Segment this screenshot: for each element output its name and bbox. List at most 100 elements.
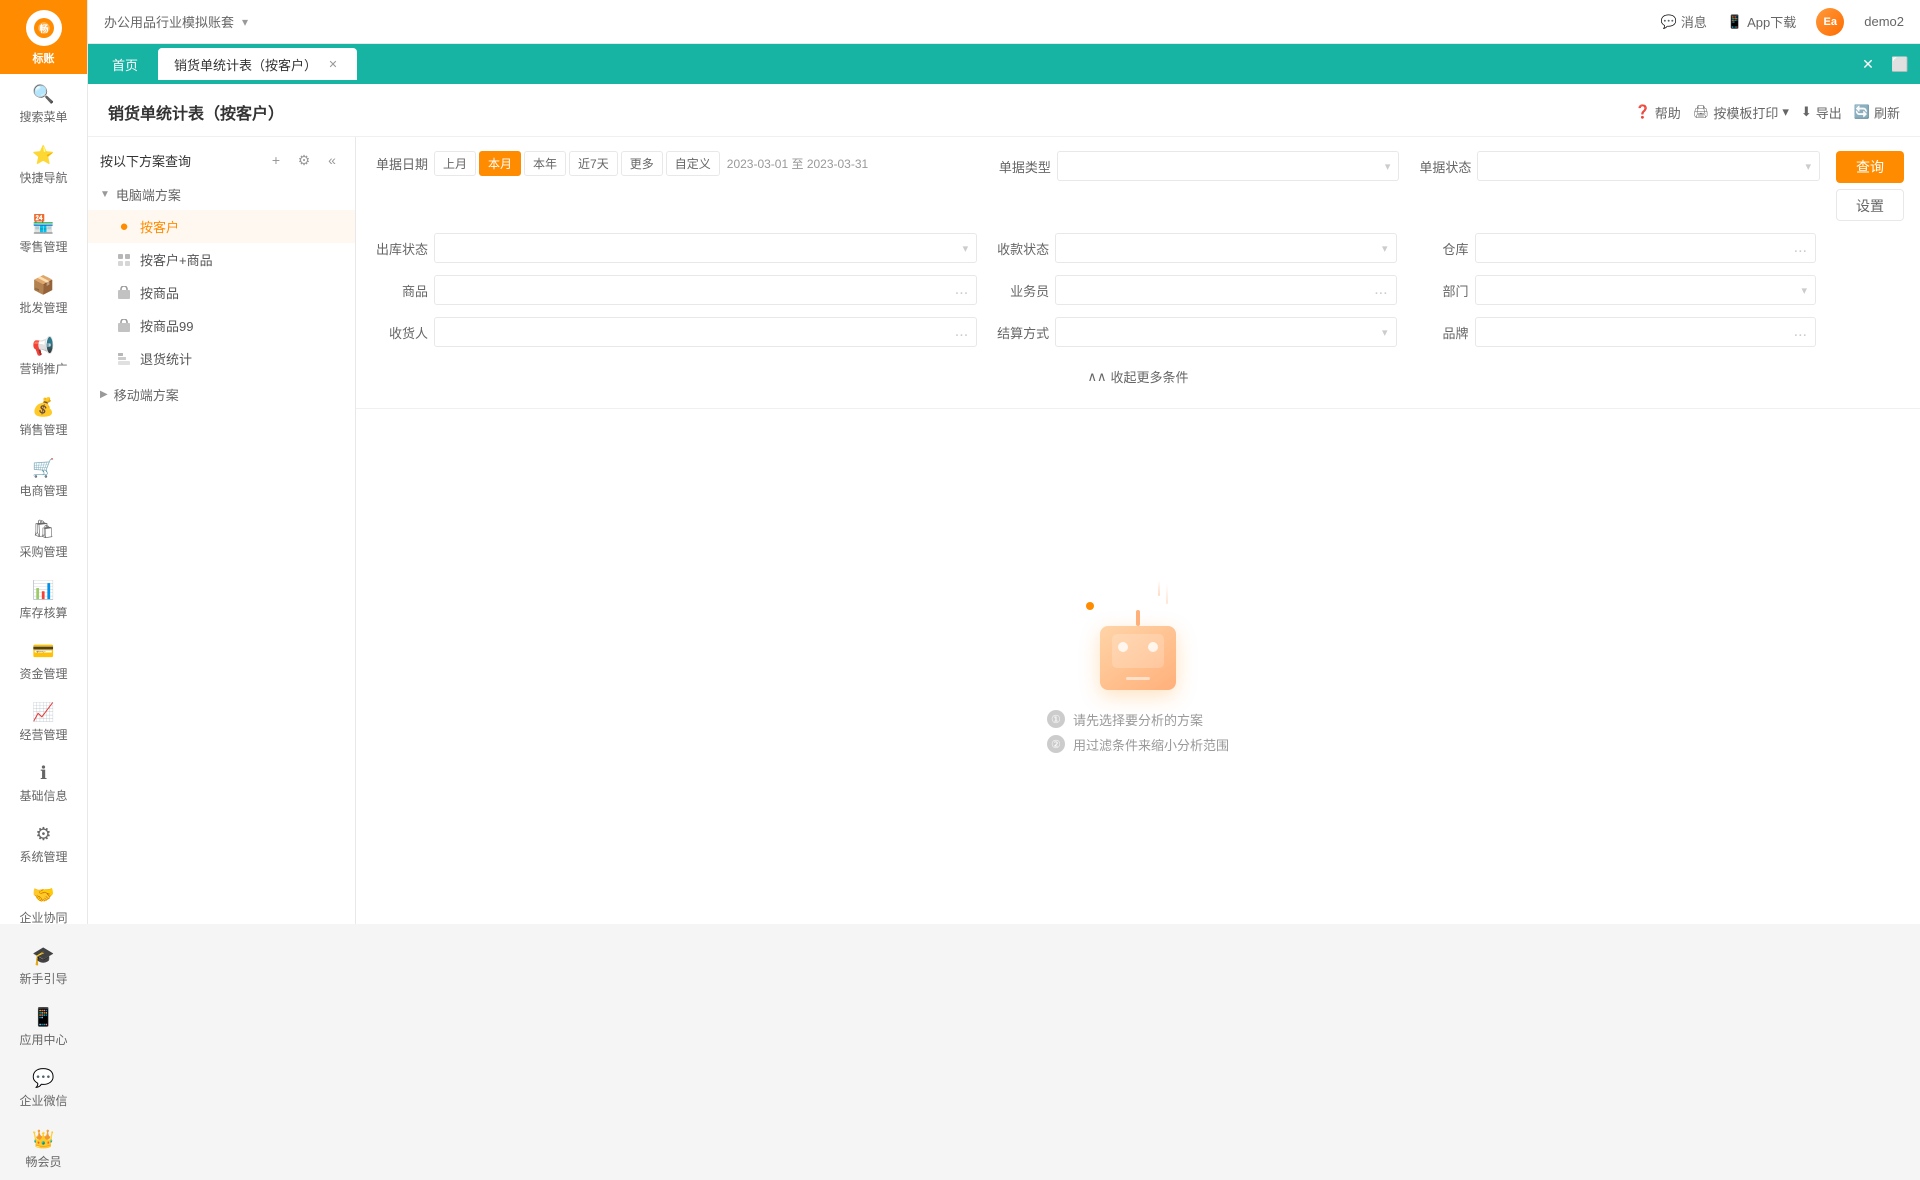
sidebar-item-new-guide-label: 新手引导 (19, 970, 67, 987)
header-dropdown-icon[interactable]: ▾ (242, 15, 248, 29)
filter-cell-warehouse: 仓库 ... (1397, 233, 1816, 263)
help-btn[interactable]: ❓ 帮助 (1635, 103, 1681, 122)
query-button[interactable]: 查询 (1836, 151, 1904, 183)
sidebar-item-basic-info[interactable]: ℹ 基础信息 (0, 753, 87, 814)
scheme-settings-btn[interactable]: ⚙ (293, 149, 315, 171)
sidebar-item-member[interactable]: 👑 畅会员 (0, 1119, 87, 1180)
filter-row-2: 出库状态 ▾ 收款状态 ▾ (372, 233, 1904, 263)
mobile-group-label: 移动端方案 (114, 385, 179, 404)
sidebar-item-search-menu[interactable]: 🔍 搜索菜单 (0, 74, 87, 135)
goods-input[interactable]: ... (434, 275, 977, 305)
sidebar-item-purchase[interactable]: 🛍 采购管理 (0, 509, 87, 570)
doc-status-select[interactable]: ▾ (1477, 151, 1820, 181)
out-status-select[interactable]: ▾ (434, 233, 977, 263)
brand-input[interactable]: ... (1475, 317, 1816, 347)
filter-row-1: 单据日期 上月 本月 本年 近7天 更多 自定义 2023-03-01 至 20… (372, 151, 1904, 221)
sidebar-item-quick-nav[interactable]: ⭐ 快捷导航 (0, 135, 87, 196)
department-select[interactable]: ▾ (1475, 275, 1816, 305)
antenna-stick (1136, 610, 1140, 626)
sidebar-item-system[interactable]: ⚙ 系统管理 (0, 814, 87, 875)
date-btn-more[interactable]: 更多 (621, 151, 663, 176)
user-name[interactable]: demo2 (1864, 14, 1904, 29)
scheme-group-desktop-header[interactable]: ▼ 电脑端方案 (88, 179, 355, 210)
collapse-btn[interactable]: ∧∧ 收起更多条件 (1075, 363, 1200, 390)
scheme-add-btn[interactable]: + (265, 149, 287, 171)
print-btn[interactable]: 🖨 按模板打印 ▾ (1693, 103, 1789, 122)
sidebar-item-app-center[interactable]: 📱 应用中心 (0, 997, 87, 1058)
sidebar-item-quick-nav-label: 快捷导航 (19, 169, 67, 186)
scheme-item-by-customer[interactable]: ● 按客户 (88, 210, 355, 243)
sidebar-item-inventory[interactable]: 📊 库存核算 (0, 570, 87, 631)
scheme-item-by-goods[interactable]: 按商品 (88, 276, 355, 309)
sidebar-item-operations[interactable]: 📈 经营管理 (0, 692, 87, 753)
date-btn-last-7-days[interactable]: 近7天 (569, 151, 618, 176)
sidebar-item-enterprise-wechat[interactable]: 💬 企业微信 (0, 1058, 87, 1119)
scheme-group-desktop: ▼ 电脑端方案 ● 按客户 按客户+商品 (88, 179, 355, 379)
sidebar-item-enterprise-collab[interactable]: 🤝 企业协同 (0, 875, 87, 936)
sidebar-item-retail[interactable]: 🏪 零售管理 (0, 204, 87, 265)
tab-close-icon[interactable]: ✕ (325, 56, 341, 72)
sidebar-item-ecommerce[interactable]: 🛒 电商管理 (0, 448, 87, 509)
scheme-panel-icons: + ⚙ « (265, 149, 343, 171)
enterprise-wechat-icon: 💬 (32, 1068, 54, 1089)
member-icon: 👑 (32, 1129, 54, 1150)
message-label: 消息 (1681, 12, 1707, 31)
date-btn-custom[interactable]: 自定义 (666, 151, 720, 176)
action-buttons: 查询 设置 (1820, 151, 1904, 221)
filter-cell-date: 单据日期 上月 本月 本年 近7天 更多 自定义 2023-03-01 至 20… (372, 151, 979, 176)
scheme-group-mobile-header[interactable]: ▶ 移动端方案 (88, 379, 355, 410)
salesperson-dots[interactable]: ... (1374, 281, 1387, 299)
message-btn[interactable]: 💬 消息 (1661, 12, 1707, 31)
settings-button[interactable]: 设置 (1836, 189, 1904, 221)
sidebar-item-new-guide[interactable]: 🎓 新手引导 (0, 936, 87, 997)
sidebar-item-wholesale[interactable]: 📦 批发管理 (0, 265, 87, 326)
doc-status-label: 单据状态 (1415, 157, 1471, 176)
wholesale-icon: 📦 (32, 275, 54, 296)
sidebar-item-marketing[interactable]: 📢 营销推广 (0, 326, 87, 387)
scheme-item-by-customer-goods[interactable]: 按客户+商品 (88, 243, 355, 276)
app-download-btn[interactable]: 📱 App下载 (1727, 12, 1796, 31)
consignee-dots[interactable]: ... (955, 323, 968, 341)
brand-dots[interactable]: ... (1794, 323, 1807, 341)
consignee-input[interactable]: ... (434, 317, 977, 347)
tab-home[interactable]: 首页 (96, 48, 154, 80)
sidebar-item-app-center-label: 应用中心 (19, 1031, 67, 1048)
date-filter-controls: 上月 本月 本年 近7天 更多 自定义 2023-03-01 至 2023-03… (434, 151, 979, 176)
warehouse-input[interactable]: ... (1475, 233, 1816, 263)
sidebar-item-sales[interactable]: 💰 销售管理 (0, 387, 87, 448)
tab-close-btn[interactable]: ✕ (1856, 52, 1880, 76)
finance-icon: 💳 (32, 641, 54, 662)
app-download-icon: 📱 (1727, 14, 1743, 30)
goods-dots[interactable]: ... (955, 281, 968, 299)
tab-sales-stat[interactable]: 销货单统计表（按客户） ✕ (158, 48, 357, 80)
salesperson-input[interactable]: ... (1055, 275, 1396, 305)
scheme-item-by-goods-99-label: 按商品99 (140, 316, 193, 335)
date-btn-last-month[interactable]: 上月 (434, 151, 476, 176)
tab-restore-btn[interactable]: ⬜ (1888, 52, 1912, 76)
date-btn-this-year[interactable]: 本年 (524, 151, 566, 176)
out-status-arrow: ▾ (963, 242, 969, 255)
new-guide-icon: 🎓 (32, 946, 54, 967)
goods-label: 商品 (372, 281, 428, 300)
receipt-status-select[interactable]: ▾ (1055, 233, 1396, 263)
filter-cell-doc-status: 单据状态 ▾ (1399, 151, 1820, 181)
scheme-item-by-goods-99[interactable]: 按商品99 (88, 309, 355, 342)
tab-sales-stat-label: 销货单统计表（按客户） (174, 55, 317, 74)
scheme-collapse-btn[interactable]: « (321, 149, 343, 171)
settlement-select[interactable]: ▾ (1055, 317, 1396, 347)
refresh-btn[interactable]: 🔄 刷新 (1854, 103, 1900, 122)
collapse-row: ∧∧ 收起更多条件 (372, 359, 1904, 400)
header-right: 💬 消息 📱 App下载 Ea demo2 (1661, 8, 1904, 36)
tab-actions: ✕ ⬜ (1856, 52, 1912, 76)
date-btn-this-month[interactable]: 本月 (479, 151, 521, 176)
receipt-status-arrow: ▾ (1382, 242, 1388, 255)
avatar[interactable]: Ea (1816, 8, 1844, 36)
scheme-item-goods99-icon (116, 318, 132, 334)
purchase-icon: 🛍 (32, 519, 55, 540)
scheme-item-return-stat[interactable]: 退货统计 (88, 342, 355, 375)
doc-type-select[interactable]: ▾ (1057, 151, 1400, 181)
warehouse-dots[interactable]: ... (1794, 239, 1807, 257)
export-btn[interactable]: ⬇ 导出 (1801, 103, 1842, 122)
scheme-panel-header: 按以下方案查询 + ⚙ « (88, 149, 355, 179)
sidebar-item-finance[interactable]: 💳 资金管理 (0, 631, 87, 692)
